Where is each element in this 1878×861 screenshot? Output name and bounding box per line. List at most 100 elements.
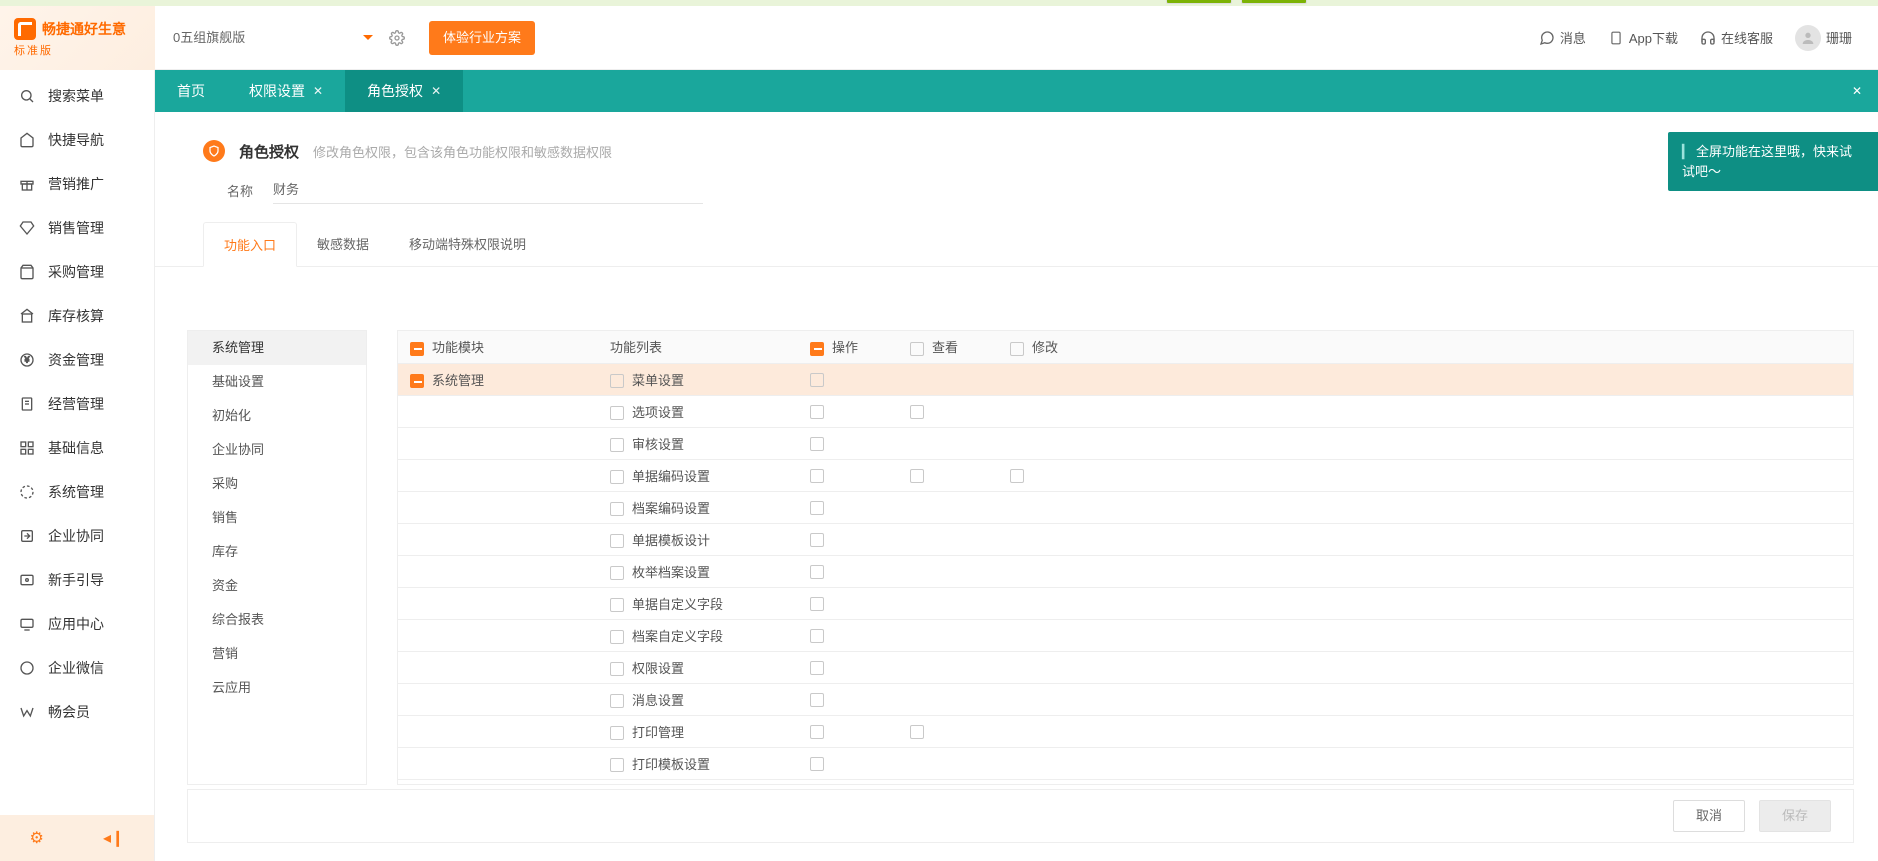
- view-checkbox[interactable]: [910, 405, 924, 419]
- module-item-10[interactable]: 云应用: [188, 671, 366, 705]
- cancel-button[interactable]: 取消: [1673, 800, 1745, 832]
- view-checkbox[interactable]: [910, 725, 924, 739]
- sidebar-item-4[interactable]: 采购管理: [0, 250, 154, 294]
- module-item-4[interactable]: 采购: [188, 467, 366, 501]
- op-checkbox[interactable]: [810, 629, 824, 643]
- op-checkbox[interactable]: [810, 437, 824, 451]
- view-checkbox[interactable]: [910, 469, 924, 483]
- op-checkbox[interactable]: [810, 661, 824, 675]
- op-checkbox[interactable]: [810, 725, 824, 739]
- group-checkbox[interactable]: [410, 374, 424, 388]
- row-checkbox[interactable]: [610, 758, 624, 772]
- col-view-checkbox[interactable]: [910, 342, 924, 356]
- op-checkbox[interactable]: [810, 469, 824, 483]
- row-checkbox[interactable]: [610, 598, 624, 612]
- op-checkbox[interactable]: [810, 501, 824, 515]
- sidebar-item-8[interactable]: 基础信息: [0, 426, 154, 470]
- edit-checkbox[interactable]: [1010, 469, 1024, 483]
- row-checkbox[interactable]: [610, 726, 624, 740]
- sidebar-item-14[interactable]: 畅会员: [0, 690, 154, 734]
- subtab-1[interactable]: 敏感数据: [297, 222, 389, 266]
- row-checkbox[interactable]: [610, 502, 624, 516]
- module-item-1[interactable]: 基础设置: [188, 365, 366, 399]
- tab-close-icon[interactable]: ✕: [313, 84, 323, 98]
- sidebar-item-3[interactable]: 销售管理: [0, 206, 154, 250]
- name-label: 名称: [227, 181, 253, 200]
- phone-icon: [1608, 30, 1624, 46]
- table-row: 单据自定义字段: [398, 587, 1853, 619]
- shop-settings-icon[interactable]: [383, 24, 411, 52]
- grid-icon: [18, 439, 36, 457]
- row-checkbox[interactable]: [610, 470, 624, 484]
- row-checkbox[interactable]: [610, 406, 624, 420]
- row-checkbox[interactable]: [610, 438, 624, 452]
- header-user[interactable]: 珊珊: [1795, 25, 1852, 51]
- module-item-3[interactable]: 企业协同: [188, 433, 366, 467]
- sidebar-item-12[interactable]: 应用中心: [0, 602, 154, 646]
- promo-buy-button[interactable]: 立即购买: [1241, 0, 1307, 4]
- sidebar-item-13[interactable]: 企业微信: [0, 646, 154, 690]
- tab-1[interactable]: 权限设置✕: [227, 70, 345, 112]
- logo-icon: [14, 18, 36, 40]
- group-op-checkbox[interactable]: [810, 373, 824, 387]
- sidebar-collapse-icon[interactable]: ◂❙: [103, 828, 124, 848]
- sidebar-settings-icon[interactable]: ⚙: [30, 828, 44, 848]
- experience-button[interactable]: 体验行业方案: [429, 21, 535, 55]
- header-app-download[interactable]: App下载: [1608, 28, 1678, 47]
- promo-training-button[interactable]: 在线培训: [1166, 0, 1232, 4]
- tab-2[interactable]: 角色授权✕: [345, 70, 463, 112]
- sidebar-item-1[interactable]: 快捷导航: [0, 118, 154, 162]
- tab-close-all-icon[interactable]: ✕: [1836, 70, 1878, 112]
- table-row: 单据模板设计: [398, 523, 1853, 555]
- op-checkbox[interactable]: [810, 597, 824, 611]
- sidebar-item-11[interactable]: 新手引导: [0, 558, 154, 602]
- module-item-0[interactable]: 系统管理: [188, 331, 366, 365]
- sidebar-item-2[interactable]: 营销推广: [0, 162, 154, 206]
- row-checkbox[interactable]: [610, 630, 624, 644]
- row-checkbox[interactable]: [610, 534, 624, 548]
- sidebar-item-0[interactable]: 搜索菜单: [0, 74, 154, 118]
- module-item-5[interactable]: 销售: [188, 501, 366, 535]
- subtab-2[interactable]: 移动端特殊权限说明: [389, 222, 546, 266]
- home-icon: [18, 131, 36, 149]
- module-item-7[interactable]: 资金: [188, 569, 366, 603]
- sidebar-item-7[interactable]: 经营管理: [0, 382, 154, 426]
- module-item-9[interactable]: 营销: [188, 637, 366, 671]
- op-checkbox[interactable]: [810, 565, 824, 579]
- house-icon: [18, 307, 36, 325]
- table-row: 选项设置: [398, 395, 1853, 427]
- logo[interactable]: 畅捷通好生意 标准版: [0, 6, 155, 70]
- vip-icon: [18, 703, 36, 721]
- module-item-2[interactable]: 初始化: [188, 399, 366, 433]
- op-checkbox[interactable]: [810, 533, 824, 547]
- row-checkbox[interactable]: [610, 662, 624, 676]
- tab-bar: 首页权限设置✕角色授权✕ ✕: [155, 70, 1878, 112]
- sidebar-item-9[interactable]: 系统管理: [0, 470, 154, 514]
- shield-icon: [203, 140, 225, 162]
- group-list-checkbox[interactable]: [610, 374, 624, 388]
- module-list: 系统管理基础设置初始化企业协同采购销售库存资金综合报表营销云应用: [187, 330, 367, 785]
- header-service[interactable]: 在线客服: [1700, 28, 1773, 47]
- row-checkbox[interactable]: [610, 694, 624, 708]
- sidebar-item-5[interactable]: 库存核算: [0, 294, 154, 338]
- header-message[interactable]: 消息: [1539, 28, 1586, 47]
- module-item-6[interactable]: 库存: [188, 535, 366, 569]
- op-checkbox[interactable]: [810, 693, 824, 707]
- row-checkbox[interactable]: [610, 566, 624, 580]
- tab-close-icon[interactable]: ✕: [431, 84, 441, 98]
- op-checkbox[interactable]: [810, 757, 824, 771]
- col-op-checkbox[interactable]: [810, 342, 824, 356]
- sidebar-item-6[interactable]: ¥资金管理: [0, 338, 154, 382]
- subtab-0[interactable]: 功能入口: [203, 222, 297, 267]
- save-button[interactable]: 保存: [1759, 800, 1831, 832]
- col-edit-checkbox[interactable]: [1010, 342, 1024, 356]
- promo-text: 应用技巧：点击左侧菜单>销售管理>销货单，添加客户和商品体验30秒极速开单～咨询…: [568, 0, 1160, 1]
- module-item-8[interactable]: 综合报表: [188, 603, 366, 637]
- shop-selector[interactable]: 0五组旗舰版: [173, 23, 373, 53]
- op-checkbox[interactable]: [810, 405, 824, 419]
- sidebar-item-10[interactable]: 企业协同: [0, 514, 154, 558]
- fullscreen-tip[interactable]: 全屏功能在这里哦，快来试试吧～: [1668, 132, 1878, 191]
- col-module-checkbox[interactable]: [410, 342, 424, 356]
- table-group-row: 系统管理菜单设置: [398, 363, 1853, 395]
- tab-0[interactable]: 首页: [155, 70, 227, 112]
